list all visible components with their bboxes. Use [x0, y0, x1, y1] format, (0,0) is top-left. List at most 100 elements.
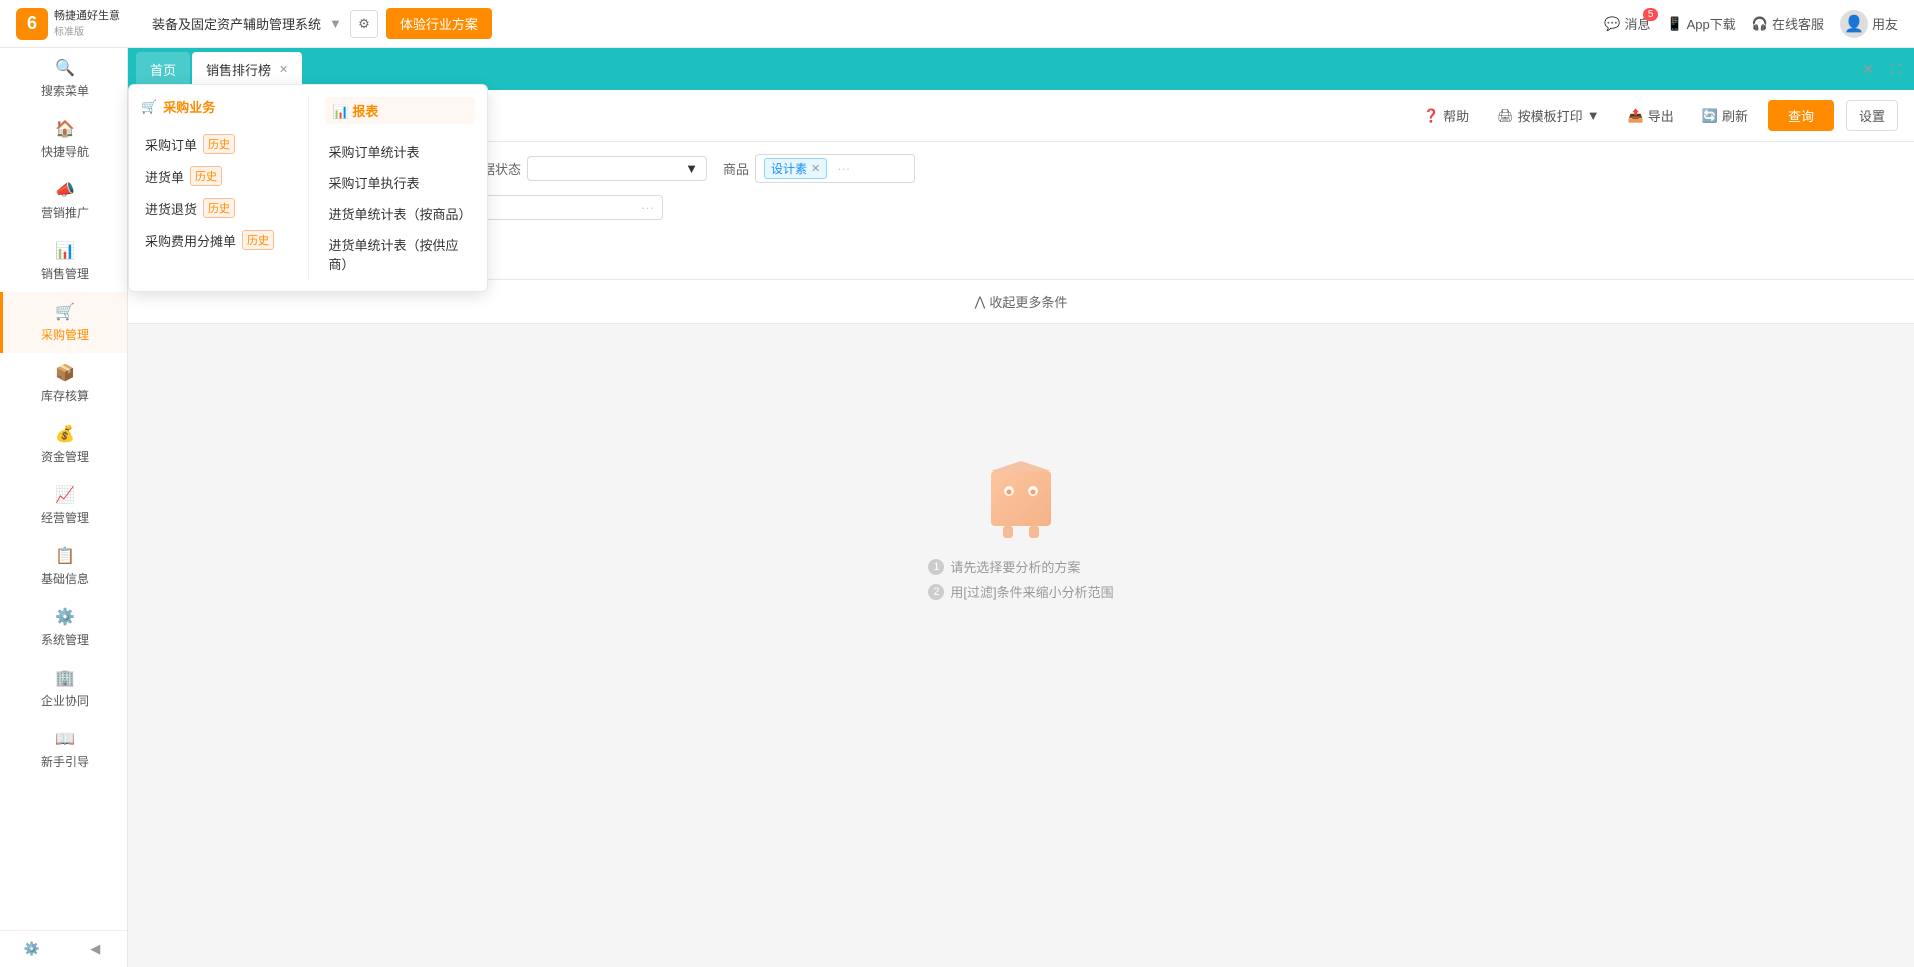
- dropdown-item-purchase-return[interactable]: 进货退货 历史: [141, 192, 292, 224]
- box-icon: 📦: [55, 363, 75, 383]
- export-btn[interactable]: 📤 导出: [1620, 102, 1682, 129]
- industry-btn[interactable]: 体验行业方案: [386, 8, 492, 39]
- export-icon: 📤: [1628, 108, 1644, 124]
- online-service-item[interactable]: 🎧 在线客服: [1752, 14, 1824, 33]
- book-icon: 📖: [55, 729, 75, 749]
- goods-tag: 设计素 ✕: [764, 158, 827, 179]
- goods-tag-close[interactable]: ✕: [811, 162, 820, 175]
- window-maximize-btn[interactable]: ⛶: [1886, 59, 1906, 79]
- system-title: 装备及固定资产辅助管理系统: [152, 14, 321, 33]
- app-download-item[interactable]: 📱 App下载: [1666, 14, 1735, 33]
- user-avatar: 👤: [1840, 10, 1868, 38]
- dropdown-item-in-stat-goods[interactable]: 进货单统计表（按商品）: [325, 198, 476, 229]
- goods-input[interactable]: 设计素 ✕ ···: [755, 154, 915, 183]
- status-select[interactable]: ▼: [527, 156, 707, 181]
- chart-icon: 📊: [55, 241, 75, 261]
- report-col-title: 📊 报表: [325, 97, 476, 128]
- trending-icon: 📈: [55, 485, 75, 505]
- sidebar-item-marketing[interactable]: 📣 营销推广: [0, 170, 127, 231]
- top-bar-mid: 装备及固定资产辅助管理系统 ▼ ⚙ 体验行业方案: [144, 8, 1604, 39]
- sidebar-item-operations[interactable]: 📈 经营管理: [0, 475, 127, 536]
- empty-tips: 1 请先选择要分析的方案 2 用[过滤]条件来缩小分析范围: [928, 557, 1113, 607]
- window-controls: ✕ ⛶: [1858, 59, 1906, 79]
- sidebar-item-finance[interactable]: 💰 资金管理: [0, 414, 127, 475]
- purchase-col-icon: 🛒: [141, 99, 157, 115]
- settings-gear-icon[interactable]: ⚙: [350, 10, 378, 38]
- dropdown-cols: 🛒 采购业务 采购订单 历史 进货单 历史 进货退货 历史 采购费用分摊单 历史: [129, 97, 487, 279]
- help-btn[interactable]: ❓ 帮助: [1415, 102, 1477, 129]
- sidebar: 🔍 搜索菜单 🏠 快捷导航 📣 营销推广 📊 销售管理 🛒 采购管理 📦: [0, 48, 128, 967]
- gear-icon: ⚙️: [55, 607, 75, 627]
- megaphone-icon: 📣: [55, 180, 75, 200]
- collapse-btn[interactable]: ⋀ 收起更多条件: [959, 288, 1084, 315]
- clipboard-icon: 📋: [55, 546, 75, 566]
- cart-icon: 🛒: [55, 302, 75, 322]
- goods-dots[interactable]: ···: [837, 161, 850, 176]
- print-dropdown-icon: ▼: [1587, 108, 1600, 123]
- building-icon: 🏢: [55, 668, 75, 688]
- hist-tag-3: 历史: [242, 230, 274, 250]
- filter-settings-btn[interactable]: 设置: [1846, 100, 1898, 131]
- dropdown-item-in-stat-supplier[interactable]: 进货单统计表（按供应商）: [325, 229, 476, 279]
- settings-small-icon: ⚙️: [24, 941, 40, 957]
- message-item[interactable]: 💬 消息 5: [1604, 14, 1650, 33]
- message-badge: 5: [1643, 8, 1659, 21]
- salesperson-dots[interactable]: ···: [641, 200, 654, 215]
- sidebar-item-enterprise[interactable]: 🏢 企业协同: [0, 658, 127, 719]
- sidebar-item-search[interactable]: 🔍 搜索菜单: [0, 48, 127, 109]
- logo-badge: 标准版: [54, 23, 120, 38]
- tab-close-icon[interactable]: ✕: [279, 63, 288, 76]
- query-btn[interactable]: 查询: [1768, 100, 1834, 131]
- sidebar-item-system[interactable]: ⚙️ 系统管理: [0, 597, 127, 658]
- top-bar: 6 畅捷通好生意 标准版 装备及固定资产辅助管理系统 ▼ ⚙ 体验行业方案 💬 …: [0, 0, 1914, 48]
- logo-text: 畅捷通好生意: [54, 9, 120, 23]
- sidebar-item-purchase[interactable]: 🛒 采购管理: [0, 292, 127, 353]
- phone-icon: 📱: [1666, 16, 1682, 32]
- purchase-col-title: 🛒 采购业务: [141, 97, 292, 120]
- sidebar-item-quick-nav[interactable]: 🏠 快捷导航: [0, 109, 127, 170]
- sidebar-item-basic-info[interactable]: 📋 基础信息: [0, 536, 127, 597]
- hist-tag-2: 历史: [203, 198, 235, 218]
- empty-tip-1: 1 请先选择要分析的方案: [928, 557, 1113, 576]
- empty-state: 1 请先选择要分析的方案 2 用[过滤]条件来缩小分析范围: [128, 324, 1914, 724]
- logo-area: 6 畅捷通好生意 标准版: [16, 8, 144, 40]
- empty-illustration: [961, 441, 1081, 541]
- help-icon: ❓: [1423, 108, 1439, 124]
- headset-icon: 🎧: [1752, 16, 1768, 32]
- print-icon: 🖨: [1497, 108, 1514, 124]
- sidebar-item-guide[interactable]: 📖 新手引导: [0, 719, 127, 780]
- template-print-btn[interactable]: 🖨 按模板打印 ▼: [1489, 102, 1607, 129]
- sidebar-bottom: ⚙️ ◀: [0, 930, 127, 967]
- refresh-icon: 🔄: [1702, 108, 1718, 124]
- collapse-icon: ◀: [90, 941, 100, 957]
- user-item[interactable]: 👤 用友: [1840, 10, 1898, 38]
- collapse-up-icon: ⋀: [975, 294, 986, 310]
- tab-sales-ranking[interactable]: 销售排行榜 ✕: [192, 52, 302, 86]
- sidebar-collapse-btn[interactable]: ◀: [64, 931, 128, 967]
- search-icon: 🔍: [55, 58, 75, 78]
- purchase-dropdown-menu: 🛒 采购业务 采购订单 历史 进货单 历史 进货退货 历史 采购费用分摊单 历史: [128, 84, 488, 292]
- sidebar-settings-btn[interactable]: ⚙️: [0, 931, 64, 967]
- dropdown-item-purchase-order-stat[interactable]: 采购订单统计表: [325, 136, 476, 167]
- money-icon: 💰: [55, 424, 75, 444]
- tab-home[interactable]: 首页: [136, 52, 190, 86]
- sidebar-item-inventory[interactable]: 📦 库存核算: [0, 353, 127, 414]
- dropdown-item-purchase-order-exec[interactable]: 采购订单执行表: [325, 167, 476, 198]
- dropdown-item-purchase-order[interactable]: 采购订单 历史: [141, 128, 292, 160]
- salesperson-input[interactable]: ···: [463, 195, 663, 220]
- top-bar-right: 💬 消息 5 📱 App下载 🎧 在线客服 👤 用友: [1604, 10, 1898, 38]
- content-main: 1 请先选择要分析的方案 2 用[过滤]条件来缩小分析范围: [128, 324, 1914, 967]
- sidebar-item-sales[interactable]: 📊 销售管理: [0, 231, 127, 292]
- status-filter: 单据状态 ▼: [469, 156, 707, 181]
- dropdown-item-purchase-in[interactable]: 进货单 历史: [141, 160, 292, 192]
- home-icon: 🏠: [55, 119, 75, 139]
- hist-tag-0: 历史: [203, 134, 235, 154]
- dropdown-item-purchase-cost[interactable]: 采购费用分摊单 历史: [141, 224, 292, 256]
- goods-filter: 商品 设计素 ✕ ···: [723, 154, 915, 183]
- window-close-btn[interactable]: ✕: [1858, 59, 1878, 79]
- empty-tip-2: 2 用[过滤]条件来缩小分析范围: [928, 582, 1113, 601]
- refresh-btn[interactable]: 🔄 刷新: [1694, 102, 1756, 129]
- header-actions: ❓ 帮助 🖨 按模板打印 ▼ 📤 导出 🔄 刷新: [1415, 100, 1898, 131]
- title-dropdown-icon[interactable]: ▼: [329, 16, 342, 31]
- message-icon: 💬: [1604, 16, 1620, 32]
